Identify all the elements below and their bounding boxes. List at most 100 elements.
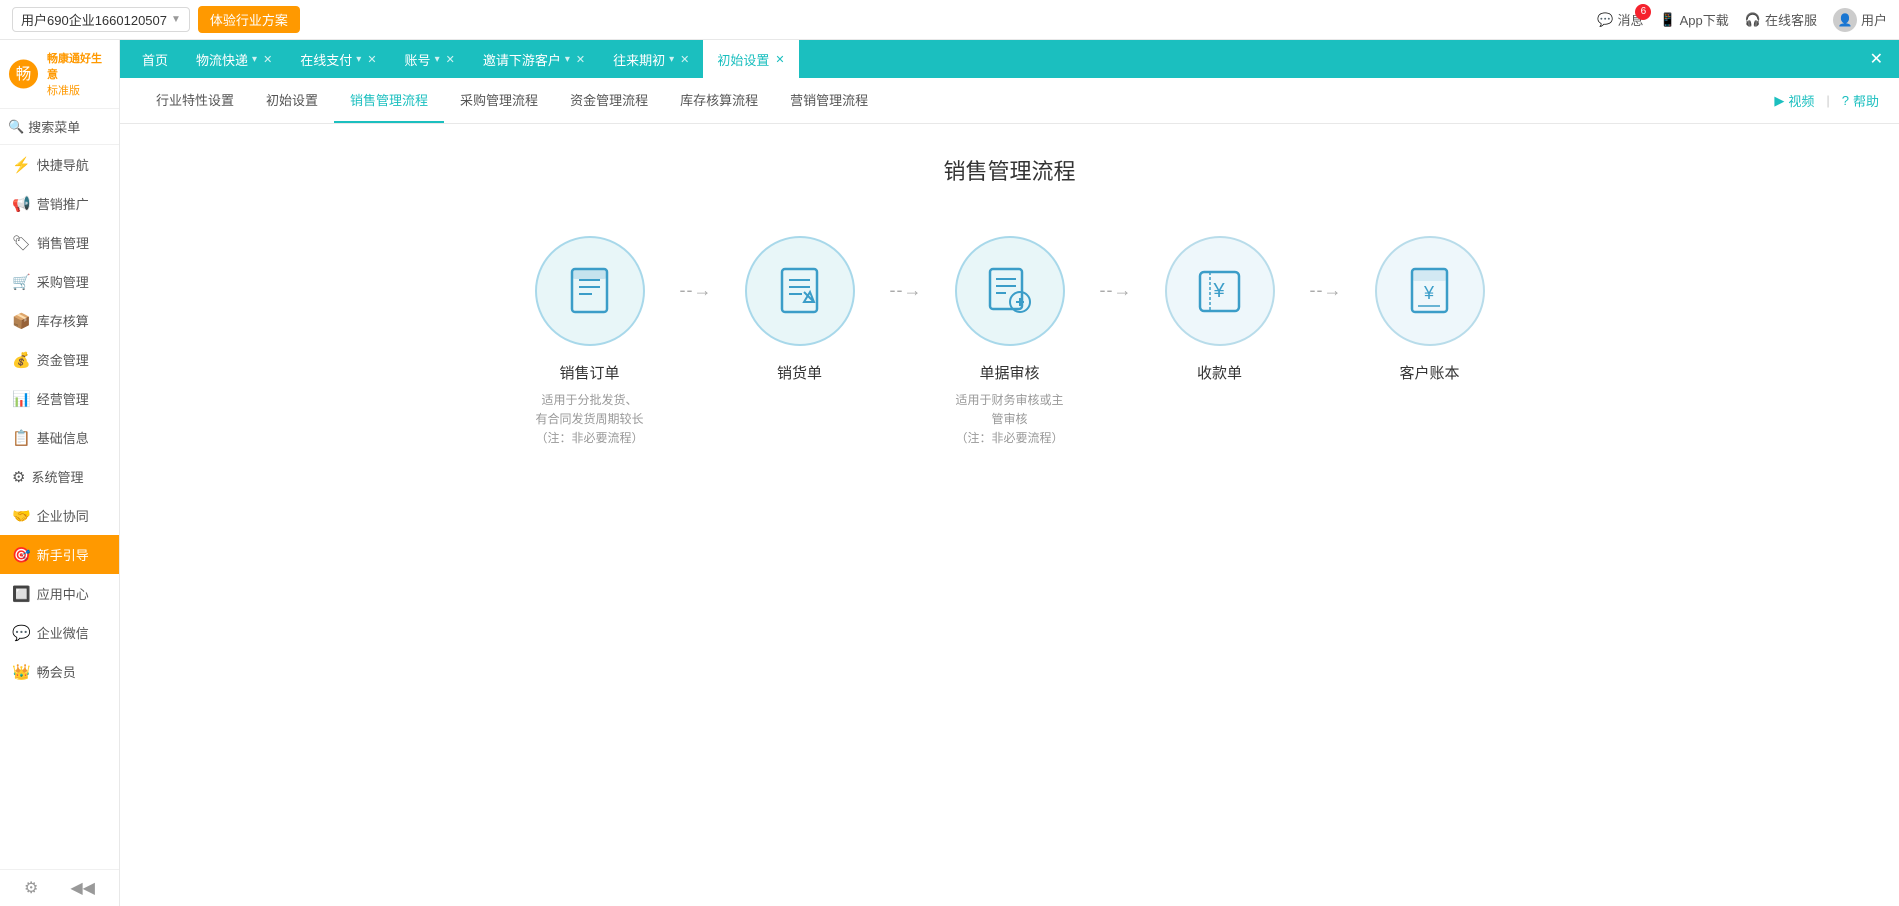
flow-circle-invoice bbox=[745, 236, 855, 346]
flow-item-sales-order: 销售订单 适用于分批发货、有合同发货周期较长（注：非必要流程） bbox=[500, 236, 680, 449]
tab-account-label: 账号 bbox=[405, 50, 431, 69]
settings-bottom-icon[interactable]: ⚙ bbox=[24, 878, 38, 898]
subtab-inventory-flow[interactable]: 库存核算流程 bbox=[664, 78, 774, 123]
ledger-icon: ¥ bbox=[1402, 264, 1457, 319]
sidebar-item-finance[interactable]: 💰 资金管理 bbox=[0, 340, 119, 379]
flow-circle-ledger: ¥ bbox=[1375, 236, 1485, 346]
app-icon: 📱 bbox=[1659, 12, 1675, 28]
finance-icon: 💰 bbox=[12, 351, 31, 369]
flow-arrow-1: - - → bbox=[680, 280, 710, 301]
search-icon: 🔍 bbox=[8, 119, 24, 135]
main-layout: 畅 畅康通好生意 标准版 🔍 搜索菜单 ⚡ 快捷导航 📢 营销推广 🏷 销售 bbox=[0, 40, 1899, 906]
tab-payment-label: 在线支付 bbox=[300, 50, 352, 69]
sidebar-item-member[interactable]: 👑 畅会员 bbox=[0, 652, 119, 691]
sidebar-item-label: 资金管理 bbox=[37, 350, 89, 369]
flow-circle-audit bbox=[955, 236, 1065, 346]
tab-period[interactable]: 往来期初 ▾ ✕ bbox=[599, 40, 703, 78]
sidebar-item-wechat[interactable]: 💬 企业微信 bbox=[0, 613, 119, 652]
flow-circle-receipt: ¥ bbox=[1165, 236, 1275, 346]
subtab-initial[interactable]: 初始设置 bbox=[250, 78, 334, 123]
right-content: 首页 物流快递 ▾ ✕ 在线支付 ▾ ✕ 账号 ▾ ✕ 邀请下游客户 ▾ ✕ bbox=[120, 40, 1899, 906]
message-icon: 💬 bbox=[1597, 12, 1613, 28]
sidebar-item-purchase[interactable]: 🛒 采购管理 bbox=[0, 262, 119, 301]
subtab-inventory-flow-label: 库存核算流程 bbox=[680, 93, 758, 108]
sidebar-item-basic[interactable]: 📋 基础信息 bbox=[0, 418, 119, 457]
tab-account-close[interactable]: ✕ bbox=[446, 53, 455, 66]
subtab-marketing-flow-label: 营销管理流程 bbox=[790, 93, 868, 108]
flow-desc-sales-order: 适用于分批发货、有合同发货周期较长（注：非必要流程） bbox=[535, 391, 643, 449]
sidebar-item-sales[interactable]: 🏷 销售管理 bbox=[0, 223, 119, 262]
sidebar-item-system[interactable]: ⚙ 系统管理 bbox=[0, 457, 119, 496]
user-name-label: 用户 bbox=[1861, 10, 1887, 29]
tab-initial-close[interactable]: ✕ bbox=[775, 53, 784, 66]
guide-icon: 🎯 bbox=[12, 546, 31, 564]
flow-arrow-2: - - → bbox=[890, 280, 920, 301]
sidebar-item-guide[interactable]: 🎯 新手引导 bbox=[0, 535, 119, 574]
sidebar-items: ⚡ 快捷导航 📢 营销推广 🏷 销售管理 🛒 采购管理 📦 库存核算 💰 bbox=[0, 145, 119, 869]
top-bar-left: 用户690企业1660120507 ▼ 体验行业方案 bbox=[12, 6, 300, 33]
nav-close-all-button[interactable]: ✕ bbox=[1862, 49, 1891, 69]
tab-payment-close[interactable]: ✕ bbox=[367, 53, 376, 66]
sidebar-item-operation[interactable]: 📊 经营管理 bbox=[0, 379, 119, 418]
subtab-marketing-flow[interactable]: 营销管理流程 bbox=[774, 78, 884, 123]
tab-account[interactable]: 账号 ▾ ✕ bbox=[391, 40, 469, 78]
content-area: 行业特性设置 初始设置 销售管理流程 采购管理流程 资金管理流程 库存核算流程 bbox=[120, 78, 1899, 906]
video-icon: ▶ bbox=[1774, 93, 1784, 109]
marketing-icon: 📢 bbox=[12, 195, 31, 213]
subtab-industry[interactable]: 行业特性设置 bbox=[140, 78, 250, 123]
sidebar-item-inventory[interactable]: 📦 库存核算 bbox=[0, 301, 119, 340]
tab-logistics-close[interactable]: ✕ bbox=[263, 53, 272, 66]
tab-logistics[interactable]: 物流快递 ▾ ✕ bbox=[182, 40, 286, 78]
tab-invite-arrow: ▾ bbox=[565, 54, 570, 65]
logo-line2: 标准版 bbox=[47, 82, 111, 98]
sidebar-item-label: 系统管理 bbox=[31, 467, 83, 486]
video-link[interactable]: ▶ 视频 bbox=[1774, 91, 1814, 110]
sidebar-item-label: 新手引导 bbox=[37, 545, 89, 564]
flow-name-receipt: 收款单 bbox=[1197, 362, 1242, 383]
tab-home[interactable]: 首页 bbox=[128, 40, 182, 78]
user-selector[interactable]: 用户690企业1660120507 ▼ bbox=[12, 7, 190, 32]
tab-initial[interactable]: 初始设置 ✕ bbox=[703, 40, 798, 78]
tab-payment[interactable]: 在线支付 ▾ ✕ bbox=[286, 40, 390, 78]
user-avatar-item[interactable]: 👤 用户 bbox=[1833, 8, 1887, 32]
tab-invite[interactable]: 邀请下游客户 ▾ ✕ bbox=[469, 40, 599, 78]
service-item[interactable]: 🎧 在线客服 bbox=[1745, 10, 1817, 29]
sidebar-item-label: 应用中心 bbox=[37, 584, 89, 603]
logo-icon: 畅 bbox=[8, 58, 39, 90]
sidebar-item-label: 畅会员 bbox=[37, 662, 76, 681]
help-icon: ? bbox=[1842, 93, 1849, 108]
collapse-icon[interactable]: ◀◀ bbox=[70, 878, 95, 898]
app-download-item[interactable]: 📱 App下载 bbox=[1659, 10, 1728, 29]
search-label: 搜索菜单 bbox=[28, 117, 80, 136]
subtab-sales-flow[interactable]: 销售管理流程 bbox=[334, 78, 444, 123]
tab-invite-close[interactable]: ✕ bbox=[576, 53, 585, 66]
purchase-icon: 🛒 bbox=[12, 273, 31, 291]
flow-item-invoice: 销货单 bbox=[710, 236, 890, 391]
page-title: 销售管理流程 bbox=[160, 154, 1859, 186]
flow-name-sales-order: 销售订单 bbox=[559, 362, 619, 383]
sidebar-item-marketing[interactable]: 📢 营销推广 bbox=[0, 184, 119, 223]
sidebar-item-label: 经营管理 bbox=[37, 389, 89, 408]
logo-text: 畅康通好生意 标准版 bbox=[47, 50, 111, 98]
sidebar-bottom: ⚙ ◀◀ bbox=[0, 869, 119, 906]
subtab-purchase-flow[interactable]: 采购管理流程 bbox=[444, 78, 554, 123]
tab-initial-label: 初始设置 bbox=[717, 50, 769, 69]
experience-button[interactable]: 体验行业方案 bbox=[198, 6, 300, 33]
tab-account-arrow: ▾ bbox=[435, 54, 440, 65]
sidebar-item-label: 营销推广 bbox=[37, 194, 89, 213]
sidebar-item-quicknav[interactable]: ⚡ 快捷导航 bbox=[0, 145, 119, 184]
headset-icon: 🎧 bbox=[1745, 12, 1761, 28]
help-link[interactable]: ? 帮助 bbox=[1842, 91, 1879, 110]
subtab-purchase-flow-label: 采购管理流程 bbox=[460, 93, 538, 108]
sidebar-item-collab[interactable]: 🤝 企业协同 bbox=[0, 496, 119, 535]
flow-name-audit: 单据审核 bbox=[979, 362, 1039, 383]
message-item[interactable]: 💬 消息 6 bbox=[1597, 10, 1643, 29]
sidebar-item-label: 销售管理 bbox=[37, 233, 89, 252]
subtab-finance-flow[interactable]: 资金管理流程 bbox=[554, 78, 664, 123]
flow-name-invoice: 销货单 bbox=[777, 362, 822, 383]
appcenter-icon: 🔲 bbox=[12, 585, 31, 603]
sidebar-search[interactable]: 🔍 搜索菜单 bbox=[0, 109, 119, 145]
tab-period-close[interactable]: ✕ bbox=[680, 53, 689, 66]
sidebar-item-label: 企业协同 bbox=[37, 506, 89, 525]
sidebar-item-appcenter[interactable]: 🔲 应用中心 bbox=[0, 574, 119, 613]
